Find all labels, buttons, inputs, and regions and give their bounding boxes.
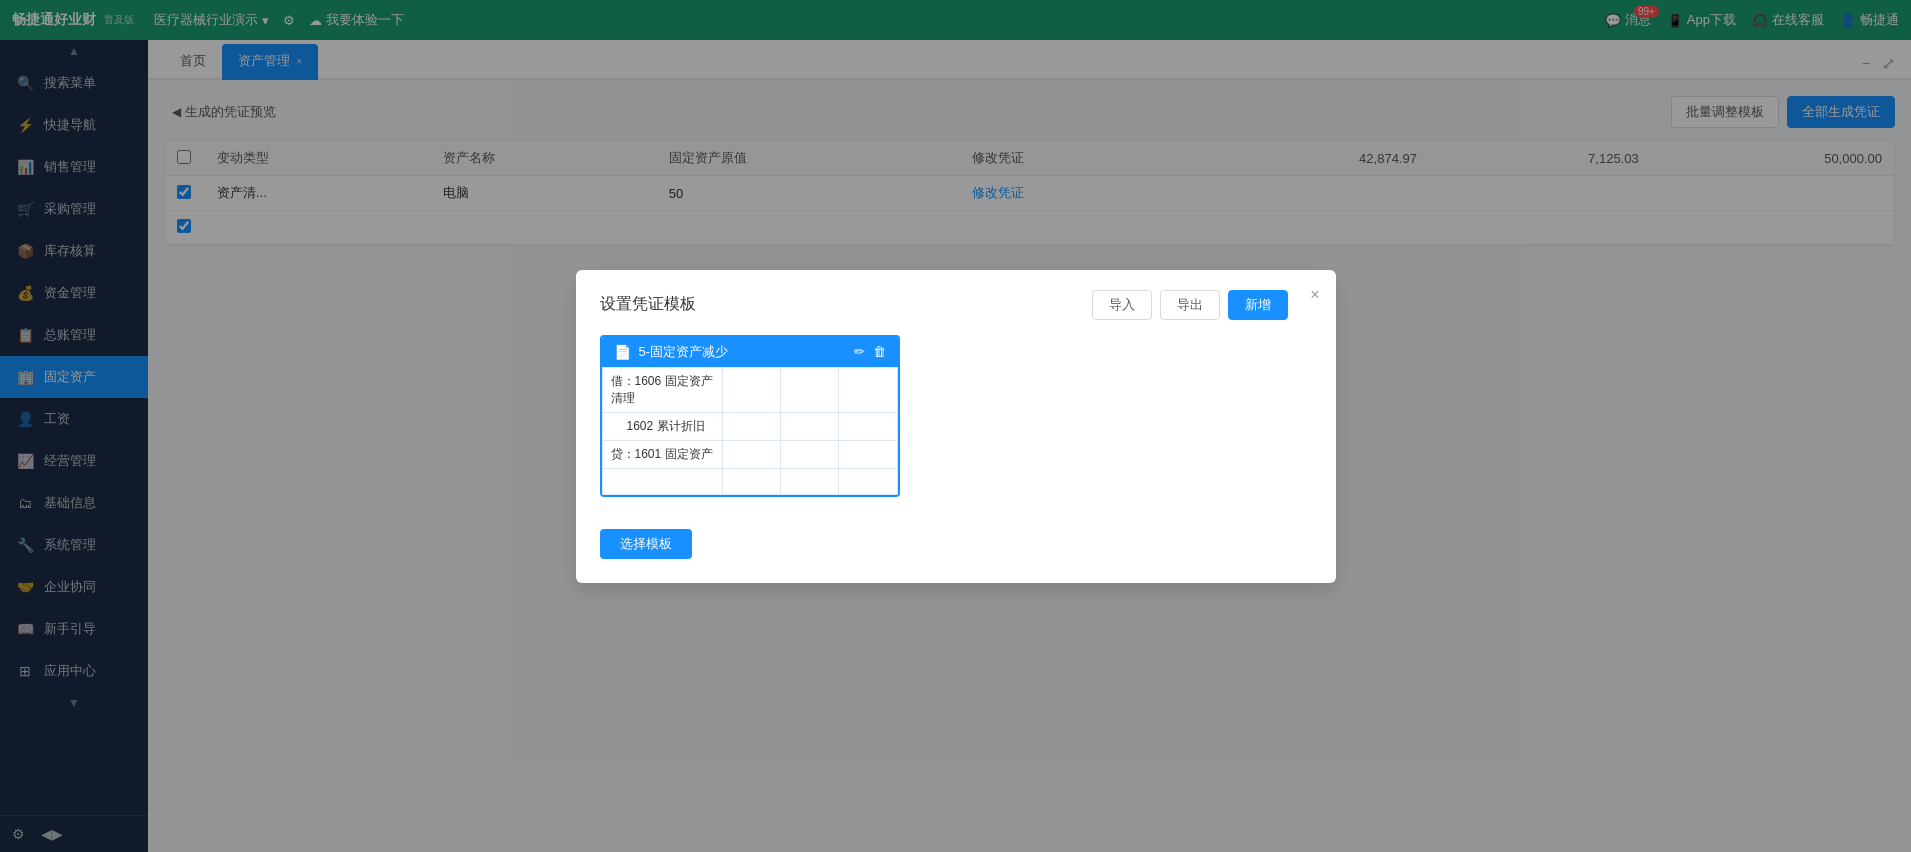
- import-button[interactable]: 导入: [1092, 290, 1152, 320]
- new-template-button[interactable]: 新增: [1228, 290, 1288, 320]
- template-card-header: 📄 5-固定资产减少 ✏ 🗑: [602, 337, 898, 367]
- dialog-overlay: 设置凭证模板 × 导入 导出 新增 📄 5-固定资产减少 ✏ 🗑: [0, 0, 1911, 852]
- template-doc-icon: 📄: [614, 344, 631, 360]
- template-cell-col2-2: [722, 412, 780, 440]
- template-cell-type-3: 贷：1601 固定资产: [602, 440, 722, 468]
- export-button[interactable]: 导出: [1160, 290, 1220, 320]
- dialog-close-button[interactable]: ×: [1310, 286, 1319, 304]
- template-row-1: 借：1606 固定资产清理: [602, 367, 897, 412]
- template-cell-col4-1: [839, 367, 897, 412]
- template-cell-col3-4: [780, 468, 838, 494]
- template-edit-icon[interactable]: ✏: [854, 344, 865, 359]
- template-cell-type-1: 借：1606 固定资产清理: [602, 367, 722, 412]
- template-cell-col3-1: [780, 367, 838, 412]
- dialog: 设置凭证模板 × 导入 导出 新增 📄 5-固定资产减少 ✏ 🗑: [576, 270, 1336, 583]
- select-template-container: 选择模板: [600, 513, 1312, 559]
- template-table: 借：1606 固定资产清理 1602 累计折旧 贷：1601: [602, 367, 898, 495]
- template-cell-col4-4: [839, 468, 897, 494]
- template-cell-col4-2: [839, 412, 897, 440]
- template-cell-col4-3: [839, 440, 897, 468]
- template-row-3: 贷：1601 固定资产: [602, 440, 897, 468]
- template-header-actions: ✏ 🗑: [854, 344, 886, 359]
- template-cell-col2-1: [722, 367, 780, 412]
- select-template-button[interactable]: 选择模板: [600, 529, 692, 559]
- template-delete-icon[interactable]: 🗑: [873, 344, 886, 359]
- template-cell-col2-4: [722, 468, 780, 494]
- template-card: 📄 5-固定资产减少 ✏ 🗑 借：1606 固定资产清理: [600, 335, 900, 497]
- app-container: 畅捷通好业财 普及版 医疗器械行业演示 ▾ ⚙ ☁ 我要体验一下 💬 消息 99…: [0, 0, 1911, 852]
- dialog-toolbar: 导入 导出 新增: [1092, 290, 1288, 320]
- template-cell-col3-3: [780, 440, 838, 468]
- template-name: 5-固定资产减少: [639, 343, 729, 361]
- template-cell-col2-3: [722, 440, 780, 468]
- template-cell-col3-2: [780, 412, 838, 440]
- template-cell-type-2: 1602 累计折旧: [602, 412, 722, 440]
- template-row-4: [602, 468, 897, 494]
- template-cell-type-4: [602, 468, 722, 494]
- template-row-2: 1602 累计折旧: [602, 412, 897, 440]
